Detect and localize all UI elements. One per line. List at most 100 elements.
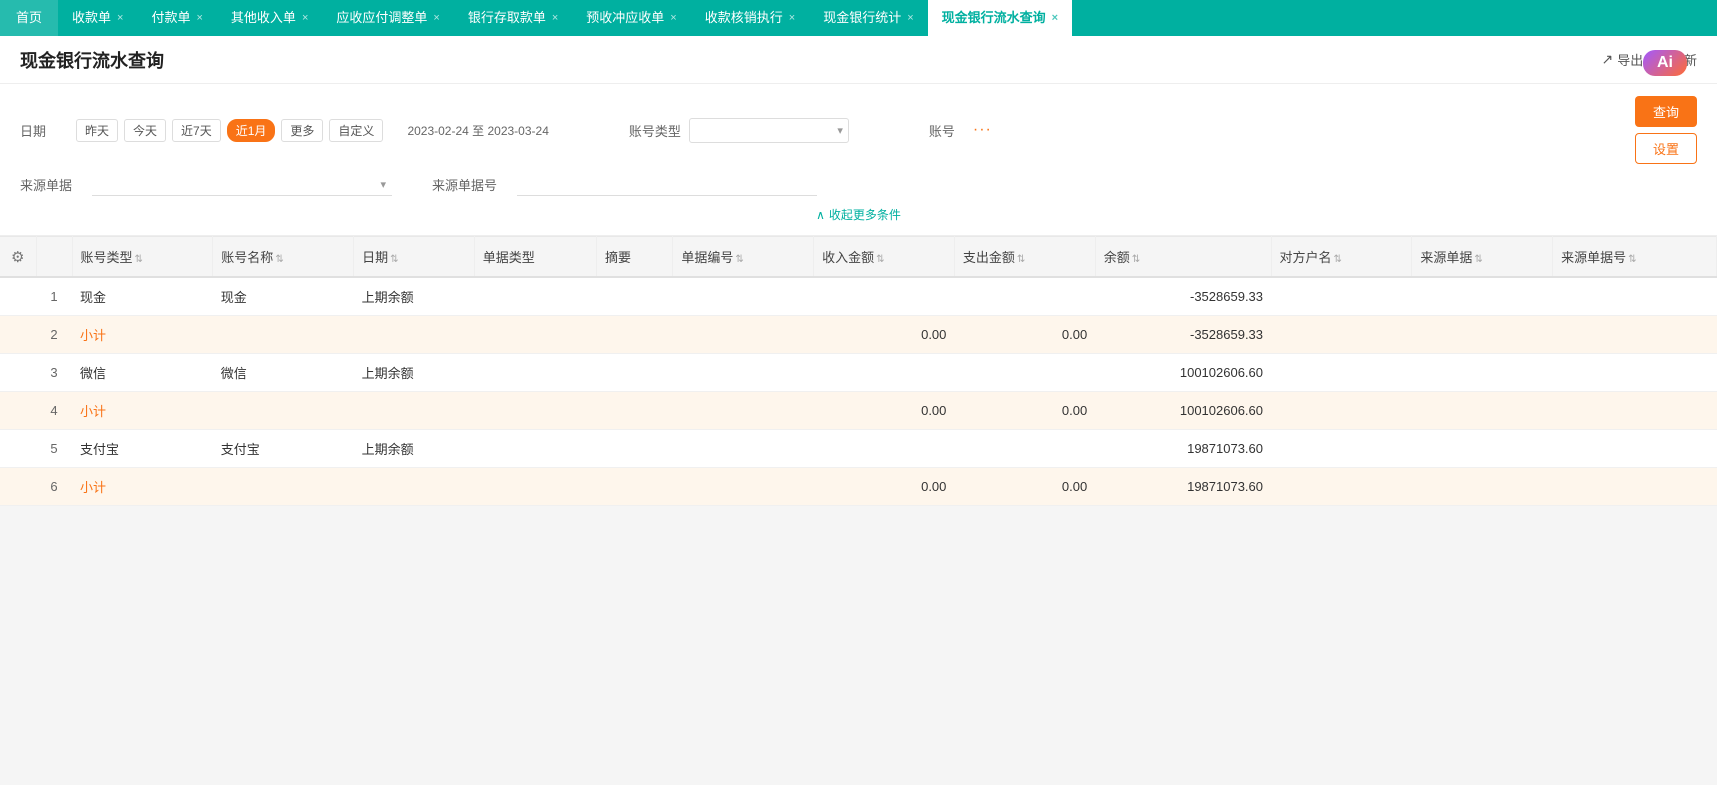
close-icon[interactable]: × bbox=[302, 0, 308, 36]
ai-badge[interactable]: Ai bbox=[1643, 50, 1687, 76]
table-cell bbox=[1271, 277, 1412, 316]
col-account-type[interactable]: 账号类型⇅ bbox=[72, 237, 213, 278]
table-row: 5支付宝支付宝上期余额19871073.60 bbox=[0, 430, 1717, 468]
table-cell: 支付宝 bbox=[213, 430, 354, 468]
sort-icon: ⇅ bbox=[735, 254, 743, 265]
account-more-dots[interactable]: ··· bbox=[973, 121, 992, 139]
export-icon: ↗ bbox=[1602, 51, 1614, 68]
table-cell bbox=[1412, 468, 1553, 506]
table-cell bbox=[597, 392, 673, 430]
table-cell bbox=[814, 430, 955, 468]
close-icon[interactable]: × bbox=[196, 0, 202, 36]
nav-tab-tongji[interactable]: 现金银行统计 × bbox=[809, 0, 927, 36]
col-source-doc[interactable]: 来源单据⇅ bbox=[1412, 237, 1553, 278]
col-expense[interactable]: 支出金额⇅ bbox=[954, 237, 1095, 278]
date-btn-custom[interactable]: 自定义 bbox=[329, 119, 383, 142]
col-source-doc-no[interactable]: 来源单据号⇅ bbox=[1553, 237, 1717, 278]
nav-tab-shoukuan[interactable]: 收款单 × bbox=[58, 0, 137, 36]
top-navigation: 首页 收款单 × 付款单 × 其他收入单 × 应收应付调整单 × 银行存取款单 … bbox=[0, 0, 1717, 36]
table-cell bbox=[1412, 392, 1553, 430]
nav-tab-tiaozhendan[interactable]: 应收应付调整单 × bbox=[322, 0, 453, 36]
account-label: 账号 bbox=[929, 121, 965, 140]
col-settings[interactable]: ⚙ bbox=[0, 237, 36, 278]
close-icon[interactable]: × bbox=[1052, 0, 1058, 36]
col-summary: 摘要 bbox=[597, 237, 673, 278]
table-cell: 0.00 bbox=[814, 468, 955, 506]
table-cell: 小计 bbox=[72, 468, 213, 506]
collapse-bar[interactable]: ∧ 收起更多条件 bbox=[20, 200, 1697, 227]
close-icon[interactable]: × bbox=[117, 0, 123, 36]
close-icon[interactable]: × bbox=[789, 0, 795, 36]
filter-row-source: 来源单据 来源单据号 bbox=[20, 172, 1697, 196]
table-row: 1现金现金上期余额-3528659.33 bbox=[0, 277, 1717, 316]
sort-icon: ⇅ bbox=[390, 254, 398, 265]
col-balance[interactable]: 余额⇅ bbox=[1095, 237, 1271, 278]
col-counterparty[interactable]: 对方户名⇅ bbox=[1271, 237, 1412, 278]
source-doc-no-label: 来源单据号 bbox=[432, 175, 497, 194]
nav-tab-yushou[interactable]: 预收冲应收单 × bbox=[572, 0, 690, 36]
table-cell bbox=[673, 316, 814, 354]
date-btn-yesterday[interactable]: 昨天 bbox=[76, 119, 118, 142]
sort-icon: ⇅ bbox=[1474, 254, 1482, 265]
nav-tab-yinhangcunqu[interactable]: 银行存取款单 × bbox=[454, 0, 572, 36]
table-cell: 上期余额 bbox=[354, 354, 475, 392]
table-cell bbox=[474, 430, 596, 468]
col-date[interactable]: 日期⇅ bbox=[354, 237, 475, 278]
table-cell: 0.00 bbox=[814, 392, 955, 430]
table-cell: -3528659.33 bbox=[1095, 316, 1271, 354]
table-cell bbox=[0, 392, 36, 430]
sort-icon: ⇅ bbox=[1132, 254, 1140, 265]
table-cell bbox=[1553, 277, 1717, 316]
table-row: 2小计0.000.00-3528659.33 bbox=[0, 316, 1717, 354]
table-cell bbox=[0, 316, 36, 354]
table-cell bbox=[597, 277, 673, 316]
table-cell: 上期余额 bbox=[354, 277, 475, 316]
account-type-select[interactable] bbox=[689, 118, 849, 143]
nav-tab-fukuan[interactable]: 付款单 × bbox=[137, 0, 216, 36]
table-cell bbox=[597, 430, 673, 468]
close-icon[interactable]: × bbox=[670, 0, 676, 36]
close-icon[interactable]: × bbox=[433, 0, 439, 36]
table-cell: 微信 bbox=[213, 354, 354, 392]
close-icon[interactable]: × bbox=[907, 0, 913, 36]
table-cell bbox=[1553, 392, 1717, 430]
close-icon[interactable]: × bbox=[552, 0, 558, 36]
table-row: 3微信微信上期余额100102606.60 bbox=[0, 354, 1717, 392]
collapse-icon: ∧ bbox=[816, 208, 825, 222]
table-cell: 0.00 bbox=[954, 468, 1095, 506]
table-cell bbox=[354, 392, 475, 430]
date-btn-7days[interactable]: 近7天 bbox=[172, 119, 221, 142]
nav-tab-hexiao[interactable]: 收款核销执行 × bbox=[691, 0, 809, 36]
table-cell bbox=[814, 277, 955, 316]
table-cell bbox=[354, 468, 475, 506]
table-cell bbox=[673, 392, 814, 430]
col-income[interactable]: 收入金额⇅ bbox=[814, 237, 955, 278]
main-table: ⚙ 账号类型⇅ 账号名称⇅ 日期⇅ 单据类型 摘要 单据编号⇅ 收入金 bbox=[0, 236, 1717, 506]
col-doc-no[interactable]: 单据编号⇅ bbox=[673, 237, 814, 278]
date-btn-more[interactable]: 更多 bbox=[281, 119, 323, 142]
date-options: 昨天 今天 近7天 近1月 更多 自定义 bbox=[76, 119, 383, 142]
sort-icon: ⇅ bbox=[1017, 254, 1025, 265]
query-button[interactable]: 查询 bbox=[1635, 96, 1697, 127]
nav-tab-liushui[interactable]: 现金银行流水查询 × bbox=[928, 0, 1072, 36]
table-cell bbox=[1271, 354, 1412, 392]
date-btn-1month[interactable]: 近1月 bbox=[227, 119, 276, 142]
table-cell bbox=[354, 316, 475, 354]
settings-button[interactable]: 设置 bbox=[1635, 133, 1697, 164]
table-cell bbox=[954, 277, 1095, 316]
table-cell: 上期余额 bbox=[354, 430, 475, 468]
nav-home[interactable]: 首页 bbox=[0, 0, 58, 36]
table-cell bbox=[213, 316, 354, 354]
table-cell: 小计 bbox=[72, 392, 213, 430]
gear-icon[interactable]: ⚙ bbox=[11, 249, 24, 266]
table-cell: 支付宝 bbox=[72, 430, 213, 468]
table-cell: 2 bbox=[36, 316, 72, 354]
nav-tab-qitashouru[interactable]: 其他收入单 × bbox=[217, 0, 322, 36]
source-doc-select[interactable] bbox=[92, 172, 392, 196]
filter-area: 日期 昨天 今天 近7天 近1月 更多 自定义 2023-02-24 至 202… bbox=[0, 84, 1717, 236]
table-cell bbox=[213, 468, 354, 506]
col-account-name[interactable]: 账号名称⇅ bbox=[213, 237, 354, 278]
date-btn-today[interactable]: 今天 bbox=[124, 119, 166, 142]
export-button[interactable]: ↗ 导出 bbox=[1602, 50, 1644, 69]
source-doc-no-input[interactable] bbox=[517, 172, 817, 196]
